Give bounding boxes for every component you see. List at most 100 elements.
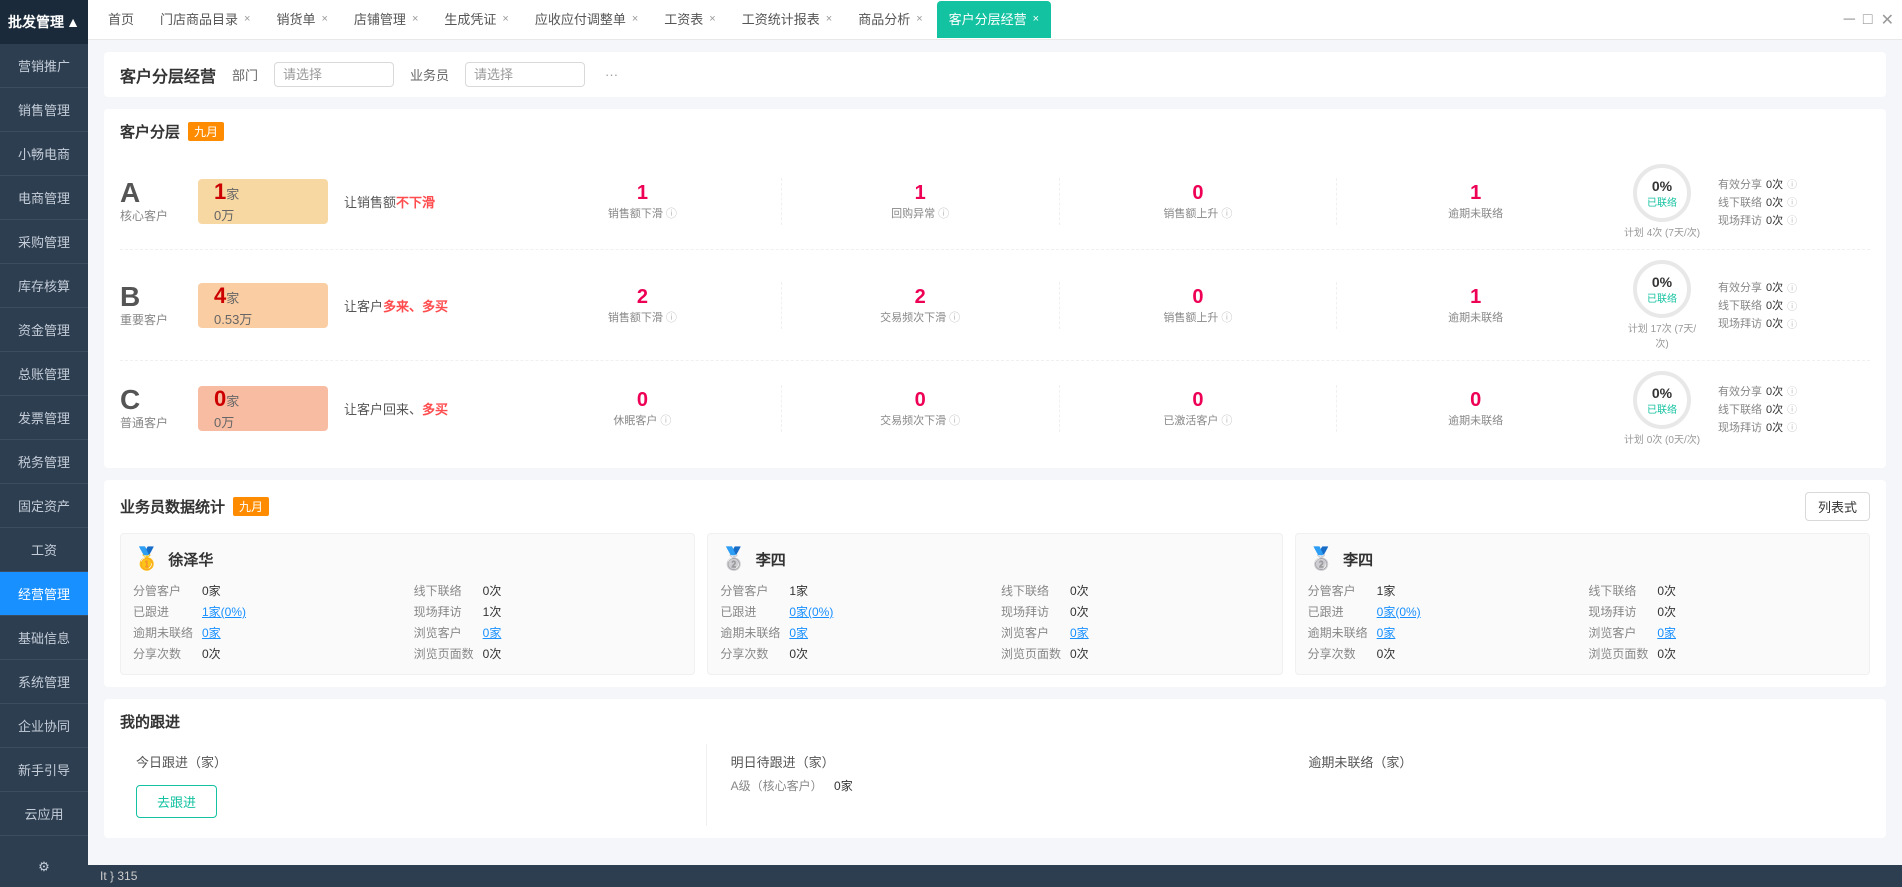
- staff-stat-value-1-2[interactable]: 0家(0%): [789, 603, 833, 620]
- sidebar-item-经营管理[interactable]: 经营管理: [0, 572, 88, 616]
- info-icon[interactable]: ⓘ: [1787, 176, 1797, 191]
- sidebar-item-云应用[interactable]: 云应用: [0, 792, 88, 836]
- sidebar-item-总账管理[interactable]: 总账管理: [0, 352, 88, 396]
- tab-close-icon[interactable]: ×: [916, 13, 922, 25]
- staff-stat-value-0-2[interactable]: 1家(0%): [202, 603, 246, 620]
- bottom-bar: It } 315: [88, 865, 1902, 887]
- tab-close-icon[interactable]: ×: [709, 13, 715, 25]
- info-icon[interactable]: ⓘ: [1787, 401, 1797, 416]
- tab-close-icon[interactable]: ×: [632, 13, 638, 25]
- sidebar-item-发票管理[interactable]: 发票管理: [0, 396, 88, 440]
- sidebar-item-小畅电商[interactable]: 小畅电商: [0, 132, 88, 176]
- info-icon[interactable]: ⓘ: [949, 312, 960, 324]
- info-icon[interactable]: ⓘ: [938, 208, 949, 220]
- sidebar-item-新手引导[interactable]: 新手引导: [0, 748, 88, 792]
- staff-stat-value-0-5[interactable]: 0家: [483, 624, 502, 641]
- right-stat-B-0: 有效分享0次ⓘ: [1718, 279, 1870, 295]
- list-view-button[interactable]: 列表式: [1805, 492, 1870, 521]
- sidebar-item-采购管理[interactable]: 采购管理: [0, 220, 88, 264]
- tier-letter-A: A: [120, 179, 190, 207]
- info-icon[interactable]: ⓘ: [1221, 208, 1232, 220]
- staff-stat-value-1-4[interactable]: 0家: [789, 624, 808, 641]
- right-stat-A-1: 线下联络0次ⓘ: [1718, 194, 1870, 210]
- sidebar-collapse-icon[interactable]: ▲: [66, 14, 80, 30]
- info-icon[interactable]: ⓘ: [1787, 316, 1797, 331]
- tab-close-icon[interactable]: ×: [321, 13, 327, 25]
- staff-stat-0-1: 线下联络0次: [414, 582, 683, 599]
- sidebar-item-企业协同[interactable]: 企业协同: [0, 704, 88, 748]
- info-icon[interactable]: ⓘ: [1787, 194, 1797, 209]
- sidebar-item-电商管理[interactable]: 电商管理: [0, 176, 88, 220]
- window-close-icon[interactable]: ✕: [1881, 10, 1894, 30]
- info-icon[interactable]: ⓘ: [666, 208, 677, 220]
- staff-stat-1-2: 已跟进0家(0%): [720, 603, 989, 620]
- staff-stat-value-2-2[interactable]: 0家(0%): [1377, 603, 1421, 620]
- tab-close-icon[interactable]: ×: [826, 13, 832, 25]
- staff-stat-label-1-5: 浏览客户: [1001, 624, 1066, 641]
- sidebar-item-固定资产[interactable]: 固定资产: [0, 484, 88, 528]
- followup-divider-1: [706, 744, 707, 826]
- dept-select[interactable]: 请选择: [274, 62, 394, 87]
- tab-close-icon[interactable]: ×: [412, 13, 418, 25]
- sidebar-item-销售管理[interactable]: 销售管理: [0, 88, 88, 132]
- sidebar-item-资金管理[interactable]: 资金管理: [0, 308, 88, 352]
- info-icon[interactable]: ⓘ: [1787, 383, 1797, 398]
- tier-letter-C: C: [120, 386, 190, 414]
- sidebar-item-系统管理[interactable]: 系统管理: [0, 660, 88, 704]
- window-minimize-icon[interactable]: ─: [1844, 11, 1855, 29]
- stat-label-B-3: 逾期未联络: [1345, 309, 1606, 325]
- info-icon[interactable]: ⓘ: [1787, 298, 1797, 313]
- sidebar-item-税务管理[interactable]: 税务管理: [0, 440, 88, 484]
- tab-销货单[interactable]: 销货单×: [264, 1, 339, 38]
- tab-应收应付调整单[interactable]: 应收应付调整单×: [523, 1, 650, 38]
- sidebar-header[interactable]: 批发管理 ▲: [0, 0, 88, 44]
- staff-card-0: 🥇徐泽华分管客户0家线下联络0次已跟进1家(0%)现场拜访1次逾期未联络0家浏览…: [120, 533, 695, 675]
- tier-count-val-B: 4: [214, 283, 226, 308]
- tier-amount-B: 0.53万: [214, 309, 252, 328]
- go-followup-button[interactable]: 去跟进: [136, 785, 217, 818]
- info-icon[interactable]: ⓘ: [1221, 415, 1232, 427]
- staff-stat-value-0-4[interactable]: 0家: [202, 624, 221, 641]
- staff-stat-label-2-7: 浏览页面数: [1588, 645, 1653, 662]
- info-icon[interactable]: ⓘ: [1787, 280, 1797, 295]
- info-icon[interactable]: ⓘ: [1787, 212, 1797, 227]
- tab-工资表[interactable]: 工资表×: [652, 1, 727, 38]
- tier-stat-B-3: 1逾期未联络: [1336, 282, 1614, 329]
- tab-close-icon[interactable]: ×: [1033, 13, 1039, 25]
- sidebar-item-库存核算[interactable]: 库存核算: [0, 264, 88, 308]
- dept-label: 部门: [232, 65, 258, 84]
- circle-wrap-B: 0% 已联络: [1633, 260, 1691, 318]
- tab-门店商品目录[interactable]: 门店商品目录×: [148, 1, 262, 38]
- settings-icon[interactable]: ⚙: [0, 847, 88, 887]
- info-icon[interactable]: ⓘ: [1221, 312, 1232, 324]
- tier-row-A: A核心客户1家0万让销售额不下滑1销售额下滑 ⓘ1回购异常 ⓘ0销售额上升 ⓘ1…: [120, 154, 1870, 250]
- window-restore-icon[interactable]: □: [1863, 11, 1873, 29]
- staff-stat-value-1-5[interactable]: 0家: [1070, 624, 1089, 641]
- info-icon[interactable]: ⓘ: [949, 415, 960, 427]
- sidebar-item-营销推广[interactable]: 营销推广: [0, 44, 88, 88]
- tier-name-A: 核心客户: [120, 207, 190, 224]
- tab-客户分层经营[interactable]: 客户分层经营×: [937, 1, 1051, 38]
- filter-more-icon[interactable]: ···: [605, 67, 618, 82]
- staff-select[interactable]: 请选择: [465, 62, 585, 87]
- sidebar-item-工资[interactable]: 工资: [0, 528, 88, 572]
- tab-生成凭证[interactable]: 生成凭证×: [432, 1, 520, 38]
- staff-stat-label-0-5: 浏览客户: [414, 624, 479, 641]
- info-icon[interactable]: ⓘ: [666, 312, 677, 324]
- staff-stats-grid-2: 分管客户1家线下联络0次已跟进0家(0%)现场拜访0次逾期未联络0家浏览客户0家…: [1308, 582, 1857, 662]
- staff-stat-label-0-2: 已跟进: [133, 603, 198, 620]
- tab-close-icon[interactable]: ×: [244, 13, 250, 25]
- tab-close-icon[interactable]: ×: [502, 13, 508, 25]
- staff-stat-1-4: 逾期未联络0家: [720, 624, 989, 641]
- tab-首页[interactable]: 首页: [96, 1, 146, 38]
- staff-stat-value-2-4[interactable]: 0家: [1377, 624, 1396, 641]
- tab-店铺管理[interactable]: 店铺管理×: [342, 1, 430, 38]
- overdue-followup-title: 逾期未联络（家）: [1308, 752, 1854, 771]
- page-title: 客户分层经营: [120, 63, 216, 87]
- tab-工资统计报表[interactable]: 工资统计报表×: [730, 1, 844, 38]
- tab-商品分析[interactable]: 商品分析×: [846, 1, 934, 38]
- info-icon[interactable]: ⓘ: [1787, 419, 1797, 434]
- sidebar-item-基础信息[interactable]: 基础信息: [0, 616, 88, 660]
- info-icon[interactable]: ⓘ: [660, 415, 671, 427]
- staff-stat-value-2-5[interactable]: 0家: [1657, 624, 1676, 641]
